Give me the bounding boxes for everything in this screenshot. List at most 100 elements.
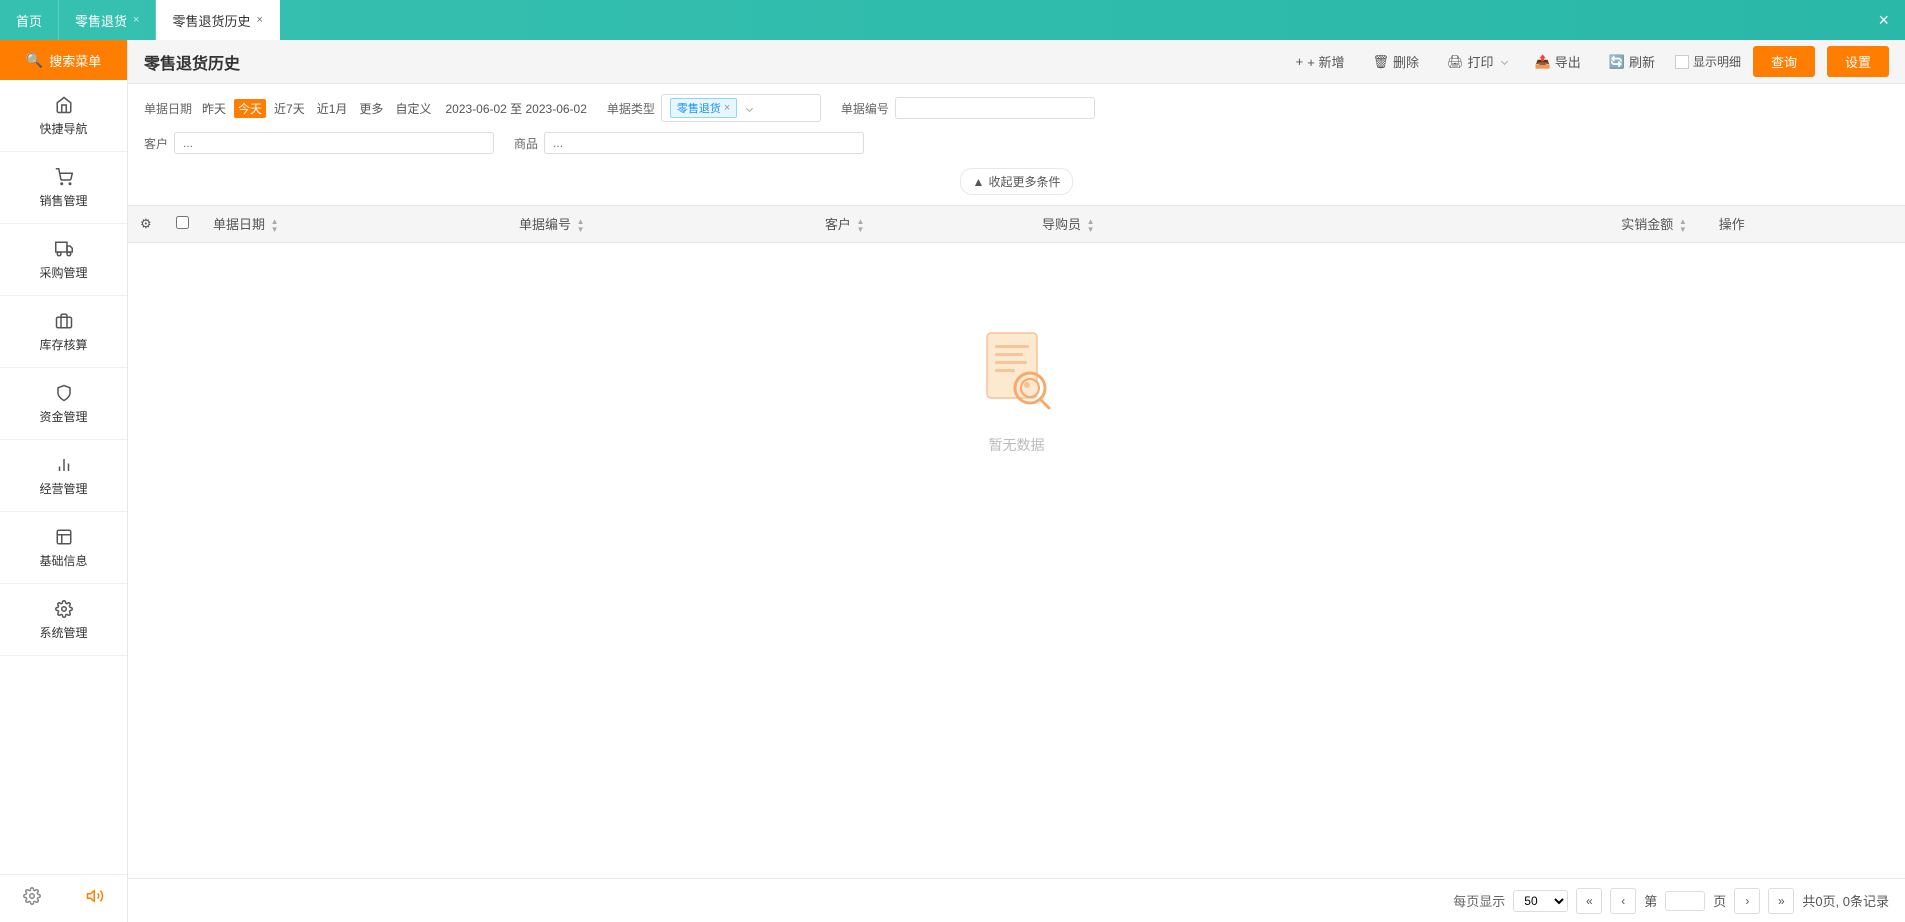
speaker-bottom-icon[interactable] — [86, 887, 104, 910]
th-customer-sort: ▲▼ — [857, 218, 865, 234]
sidebar-item-purchase-mgmt[interactable]: 采购管理 — [0, 224, 127, 296]
prev-page-btn[interactable]: ‹ — [1610, 888, 1636, 914]
th-doc-date-sort: ▲▼ — [271, 218, 279, 234]
search-icon: 🔍 — [26, 52, 43, 69]
page-total: 共0页, 0条记录 — [1802, 891, 1889, 910]
doc-no-filter-group: 单据编号 — [841, 97, 1095, 119]
th-actual-amount[interactable]: 实销金额 ▲▼ — [1374, 206, 1707, 242]
goods-input[interactable] — [544, 132, 864, 154]
system-icon — [53, 598, 75, 620]
date-opt-today[interactable]: 今天 — [234, 99, 266, 118]
setting-btn[interactable]: 设置 — [1827, 46, 1889, 77]
doc-type-tag: 零售退货 × — [670, 98, 737, 118]
sidebar-item-inventory[interactable]: 库存核算 — [0, 296, 127, 368]
sidebar-search[interactable]: 🔍 搜索菜单 — [0, 40, 127, 80]
th-check[interactable] — [164, 206, 201, 242]
basic-info-icon — [53, 526, 75, 548]
filter-row-2: 客户 商品 — [144, 132, 1889, 154]
doc-type-select[interactable]: 零售退货 × — [661, 94, 821, 122]
tab-retail-return[interactable]: 零售退货 × — [59, 0, 156, 40]
sidebar-item-basic-info[interactable]: 基础信息 — [0, 512, 127, 584]
sidebar-item-quick-nav[interactable]: 快捷导航 — [0, 80, 127, 152]
th-guide-sort: ▲▼ — [1087, 218, 1095, 234]
date-filter-group: 单据日期 昨天 今天 近7天 近1月 更多 自定义 2023-06-02 至 2… — [144, 99, 587, 118]
data-table: ⚙ 单据日期 ▲▼ 单据编号 ▲▼ — [128, 206, 1905, 535]
tab-retail-return-history-label: 零售退货历史 — [172, 11, 250, 30]
sidebar-item-finance[interactable]: 资金管理 — [0, 368, 127, 440]
tab-retail-return-history-close[interactable]: × — [256, 14, 262, 26]
empty-state: 暂无数据 — [128, 243, 1905, 535]
sidebar-item-sales-mgmt[interactable]: 销售管理 — [0, 152, 127, 224]
collapse-icon: ▲ — [973, 175, 985, 189]
delete-btn[interactable]: 🗑 删除 — [1364, 48, 1427, 75]
sidebar-item-system-label: 系统管理 — [39, 624, 87, 641]
next-page-btn[interactable]: › — [1734, 888, 1760, 914]
collapse-btn[interactable]: ▲ 收起更多条件 — [960, 168, 1074, 195]
th-doc-no[interactable]: 单据编号 ▲▼ — [507, 206, 813, 242]
page-label: 第 — [1644, 891, 1657, 910]
tab-home-label: 首页 — [16, 11, 42, 30]
export-label: 导出 — [1555, 52, 1581, 71]
th-operations: 操作 — [1707, 206, 1905, 242]
settings-bottom-icon[interactable] — [23, 887, 41, 910]
table-container: ⚙ 单据日期 ▲▼ 单据编号 ▲▼ — [128, 206, 1905, 878]
empty-illustration — [967, 323, 1067, 423]
doc-no-input[interactable] — [895, 97, 1095, 119]
date-opt-last1m[interactable]: 近1月 — [313, 99, 352, 118]
select-all-checkbox[interactable] — [176, 216, 189, 229]
last-page-btn[interactable]: » — [1768, 888, 1794, 914]
sidebar-item-purchase-mgmt-label: 采购管理 — [39, 264, 87, 281]
page-unit: 页 — [1713, 891, 1726, 910]
th-doc-date[interactable]: 单据日期 ▲▼ — [201, 206, 507, 242]
sidebar-item-basic-info-label: 基础信息 — [39, 552, 87, 569]
date-range-value: 2023-06-02 至 2023-06-02 — [445, 100, 586, 117]
th-spacer — [1292, 206, 1374, 242]
sidebar-item-inventory-label: 库存核算 — [39, 336, 87, 353]
new-btn[interactable]: + + 新增 — [1288, 48, 1353, 75]
top-bar-close[interactable]: × — [1878, 10, 1905, 31]
refresh-btn[interactable]: 🔄 刷新 — [1601, 48, 1663, 75]
tab-retail-return-history[interactable]: 零售退货历史 × — [156, 0, 279, 40]
date-opt-last7[interactable]: 近7天 — [270, 99, 309, 118]
date-filter-label: 单据日期 — [144, 100, 192, 117]
customer-input[interactable] — [174, 132, 494, 154]
query-btn[interactable]: 查询 — [1753, 46, 1815, 77]
sidebar-item-operations[interactable]: 经营管理 — [0, 440, 127, 512]
date-opt-custom[interactable]: 自定义 — [391, 99, 435, 118]
export-icon: 📤 — [1535, 54, 1551, 70]
doc-type-tag-remove[interactable]: × — [724, 102, 730, 114]
th-settings[interactable]: ⚙ — [128, 206, 164, 242]
inventory-icon — [53, 310, 75, 332]
th-customer[interactable]: 客户 ▲▼ — [813, 206, 1030, 242]
delete-icon: 🗑 — [1372, 54, 1389, 70]
th-guide[interactable]: 导购员 ▲▼ — [1030, 206, 1292, 242]
date-opt-more[interactable]: 更多 — [355, 99, 387, 118]
sidebar-item-operations-label: 经营管理 — [39, 480, 87, 497]
goods-label: 商品 — [514, 135, 538, 152]
sidebar-search-label: 搜索菜单 — [49, 51, 101, 70]
page-actions: + + 新增 🗑 删除 🖨 打印 📤 导出 🔄 — [1288, 46, 1889, 77]
doc-type-tag-value: 零售退货 — [677, 100, 721, 116]
filter-bar: 单据日期 昨天 今天 近7天 近1月 更多 自定义 2023-06-02 至 2… — [128, 84, 1905, 206]
sidebar-item-system[interactable]: 系统管理 — [0, 584, 127, 656]
refresh-icon: 🔄 — [1609, 54, 1625, 70]
th-guide-label: 导购员 — [1042, 217, 1081, 232]
tab-retail-return-close[interactable]: × — [133, 14, 139, 26]
first-page-btn[interactable]: « — [1576, 888, 1602, 914]
empty-text: 暂无数据 — [989, 435, 1045, 455]
tab-list: 首页 零售退货 × 零售退货历史 × — [0, 0, 1878, 40]
export-btn[interactable]: 📤 导出 — [1527, 48, 1589, 75]
display-detail-label-text: 显示明细 — [1693, 53, 1741, 70]
current-page-input[interactable]: 1 — [1665, 891, 1705, 911]
page-size-select[interactable]: 20 50 100 — [1513, 890, 1568, 912]
top-bar: 首页 零售退货 × 零售退货历史 × × — [0, 0, 1905, 40]
display-detail-checkbox[interactable] — [1675, 55, 1689, 69]
tab-home[interactable]: 首页 — [0, 0, 59, 40]
print-btn[interactable]: 🖨 打印 — [1439, 48, 1515, 75]
print-label: 打印 — [1468, 52, 1494, 71]
date-opt-yesterday[interactable]: 昨天 — [198, 99, 230, 118]
th-actual-amount-label: 实销金额 — [1621, 217, 1673, 232]
page-header: 零售退货历史 + + 新增 🗑 删除 🖨 打印 📤 导出 — [128, 40, 1905, 84]
th-customer-label: 客户 — [825, 217, 851, 232]
doc-type-dropdown-icon — [746, 104, 753, 111]
